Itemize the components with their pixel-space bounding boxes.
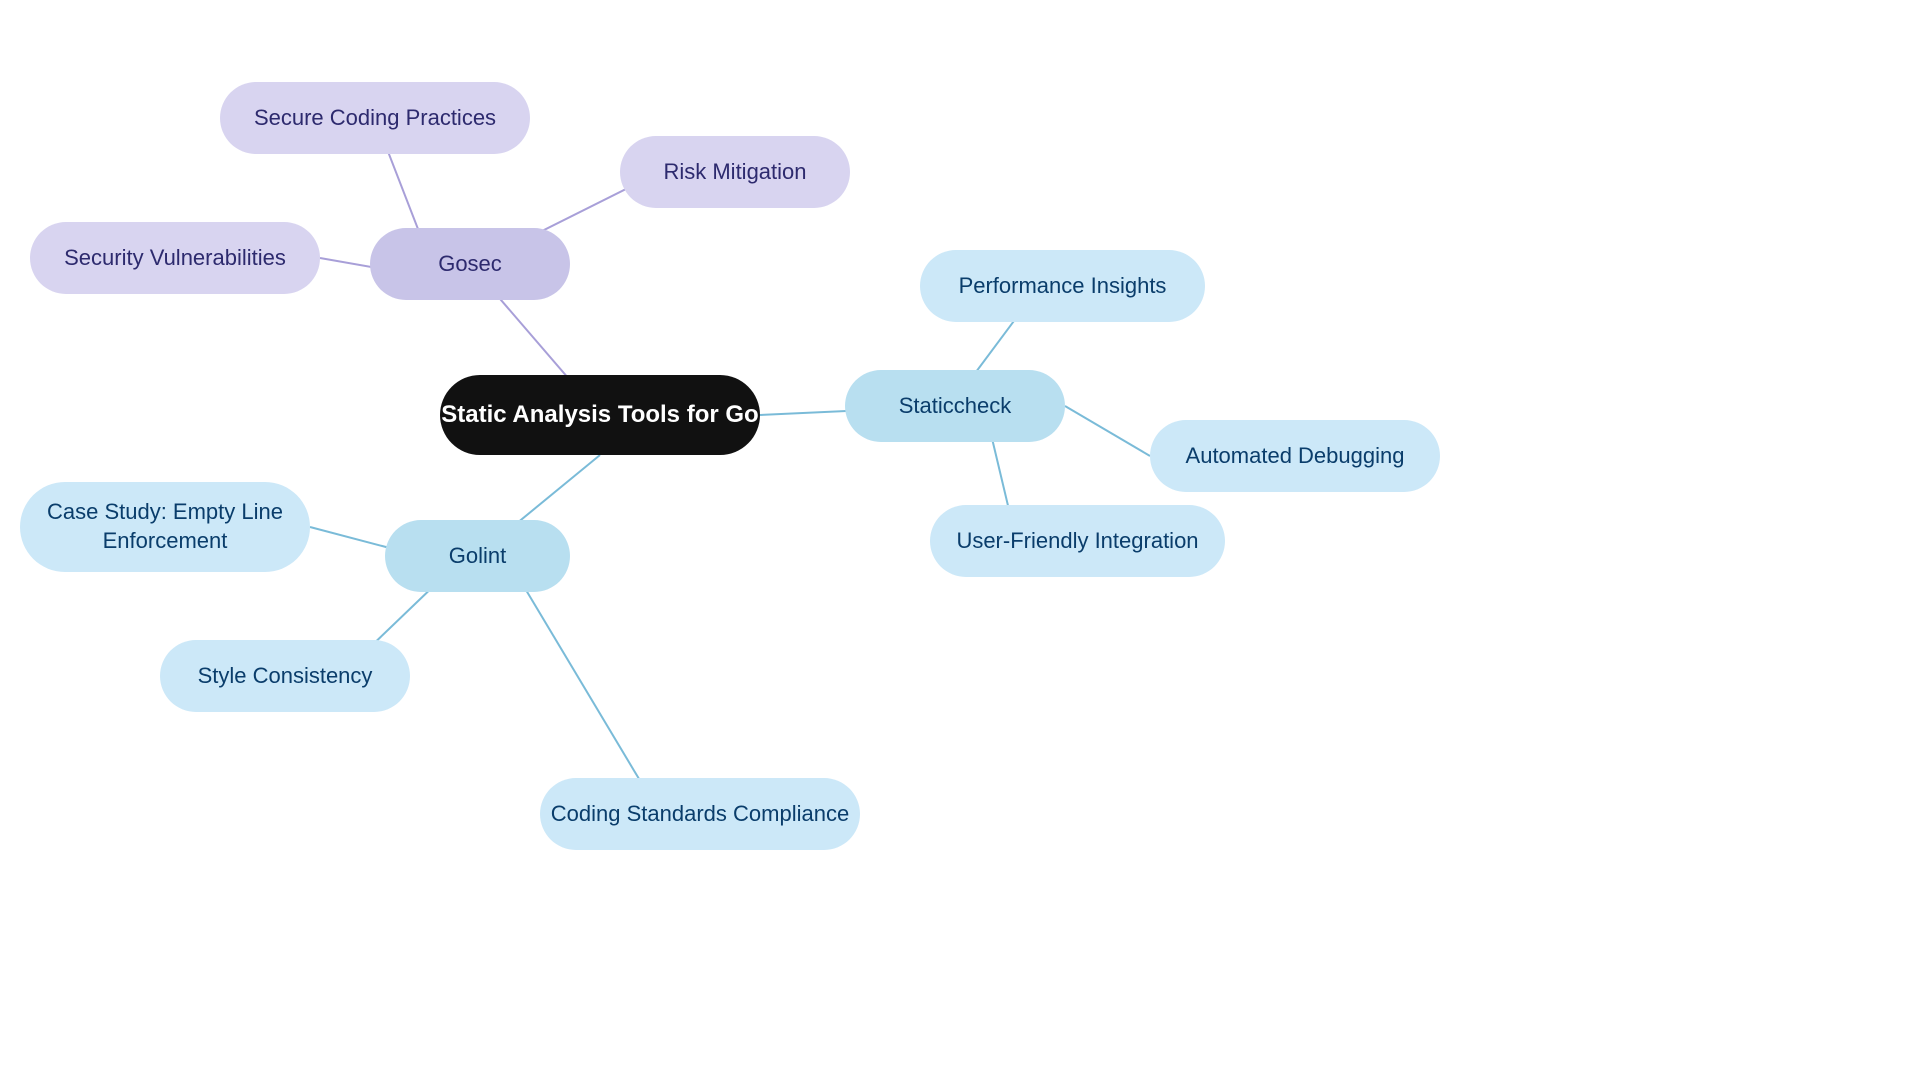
risk-mitigation-label: Risk Mitigation xyxy=(663,158,806,187)
performance-label: Performance Insights xyxy=(959,272,1167,301)
case-study-node[interactable]: Case Study: Empty Line Enforcement xyxy=(20,482,310,572)
automated-debug-node[interactable]: Automated Debugging xyxy=(1150,420,1440,492)
security-vuln-node[interactable]: Security Vulnerabilities xyxy=(30,222,320,294)
coding-standards-node[interactable]: Coding Standards Compliance xyxy=(540,778,860,850)
secure-coding-label: Secure Coding Practices xyxy=(254,104,496,133)
automated-debug-label: Automated Debugging xyxy=(1186,442,1405,471)
gosec-node[interactable]: Gosec xyxy=(370,228,570,300)
center-label: Static Analysis Tools for Go xyxy=(441,399,758,430)
gosec-label: Gosec xyxy=(438,250,502,279)
staticcheck-node[interactable]: Staticcheck xyxy=(845,370,1065,442)
security-vuln-label: Security Vulnerabilities xyxy=(64,244,286,273)
performance-node[interactable]: Performance Insights xyxy=(920,250,1205,322)
risk-mitigation-node[interactable]: Risk Mitigation xyxy=(620,136,850,208)
coding-standards-label: Coding Standards Compliance xyxy=(551,800,849,829)
user-friendly-node[interactable]: User-Friendly Integration xyxy=(930,505,1225,577)
golint-label: Golint xyxy=(449,542,506,571)
style-consistency-node[interactable]: Style Consistency xyxy=(160,640,410,712)
staticcheck-label: Staticcheck xyxy=(899,392,1012,421)
golint-node[interactable]: Golint xyxy=(385,520,570,592)
center-node[interactable]: Static Analysis Tools for Go xyxy=(440,375,760,455)
case-study-label: Case Study: Empty Line Enforcement xyxy=(20,498,310,555)
style-consistency-label: Style Consistency xyxy=(198,662,373,691)
user-friendly-label: User-Friendly Integration xyxy=(956,527,1198,556)
secure-coding-node[interactable]: Secure Coding Practices xyxy=(220,82,530,154)
